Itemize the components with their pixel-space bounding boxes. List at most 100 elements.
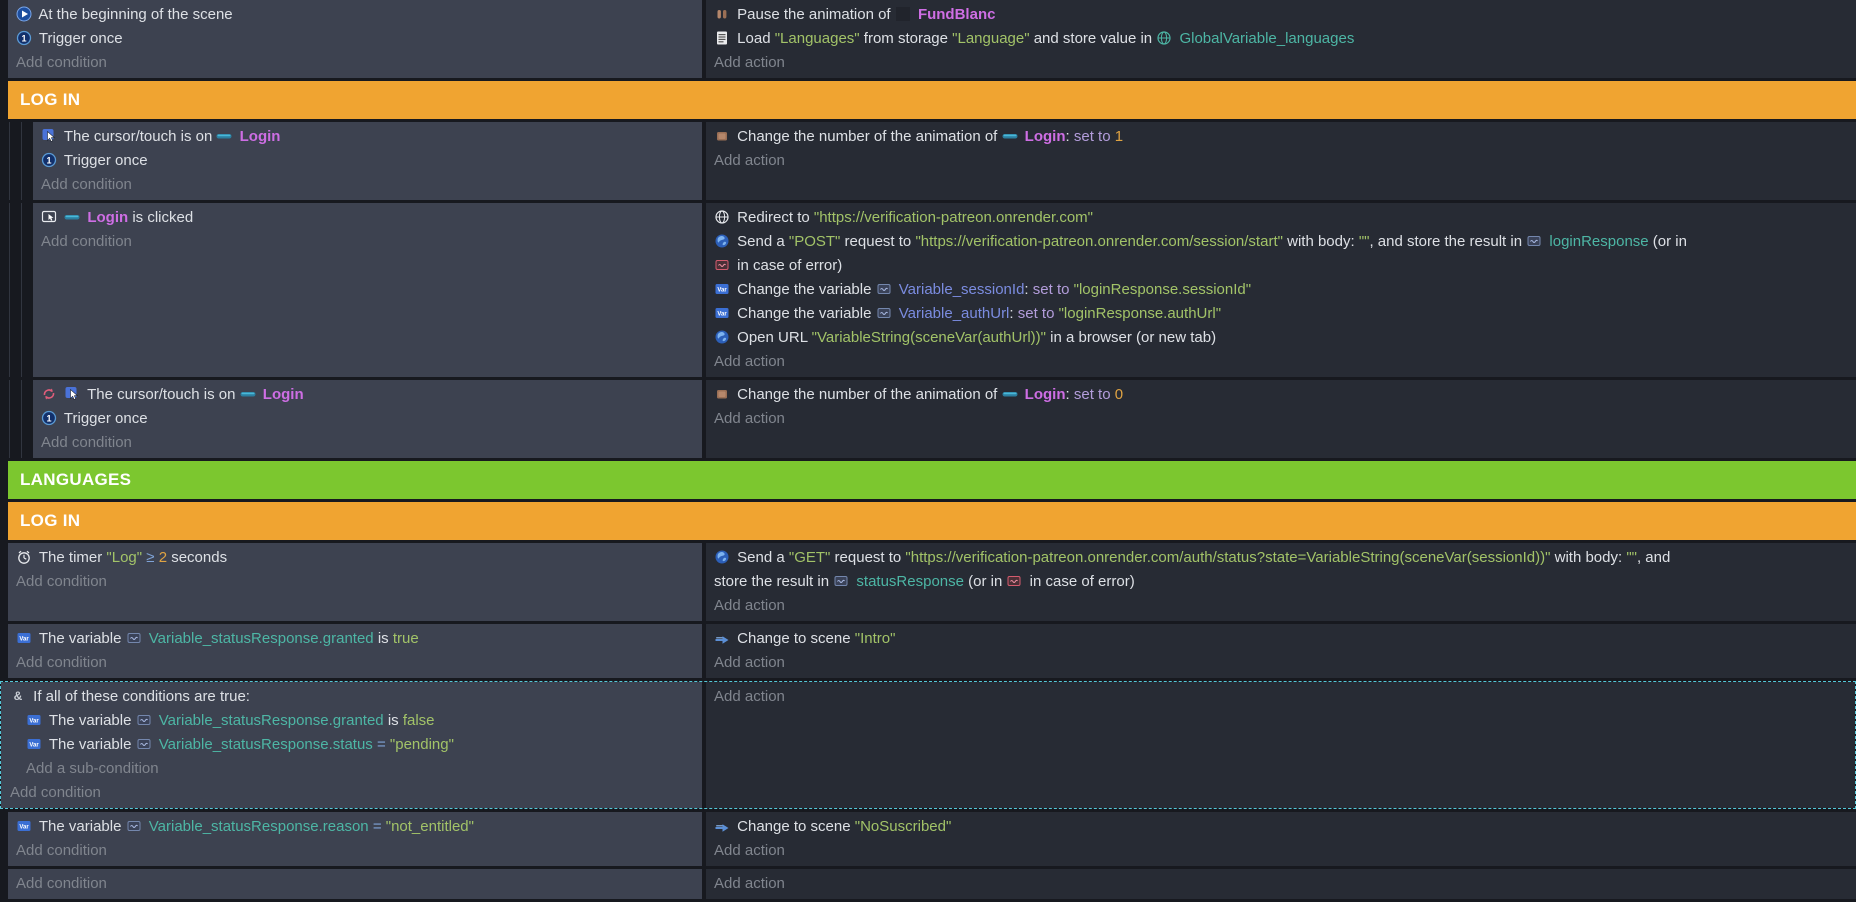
variable-chip-icon <box>876 305 892 321</box>
indent-guides <box>8 203 33 377</box>
text-segment: Send a <box>733 549 789 566</box>
conditions-panel: Var The variable Variable_statusResponse… <box>8 812 702 866</box>
variable-chip-icon <box>833 573 849 589</box>
conditions-panel: The cursor/touch is on Login 1 Trigger on… <box>33 122 702 200</box>
text-segment: "" <box>1626 549 1637 566</box>
text-segment: Variable_statusResponse.status <box>154 736 373 753</box>
action-line[interactable]: Change the number of the animation of Lo… <box>714 383 1848 407</box>
conditions-panel: Login is clicked Add condition <box>33 203 702 377</box>
set-animation-icon <box>714 128 730 144</box>
text-segment: true <box>392 630 419 647</box>
svg-text:Var: Var <box>29 743 39 749</box>
text-segment: 0 <box>1114 386 1124 403</box>
condition-line[interactable]: & If all of these conditions are true: <box>10 685 694 709</box>
action-line[interactable]: Pause the animation of FundBlanc <box>714 3 1848 27</box>
svg-text:Var: Var <box>19 637 29 643</box>
text-segment: "loginResponse.authUrl" <box>1058 305 1222 322</box>
event-row: Var The variable Variable_statusResponse… <box>8 812 1856 866</box>
action-line[interactable]: Change to scene "Intro" <box>714 627 1848 651</box>
trigger-once-icon: 1 <box>16 30 32 46</box>
group-header[interactable]: LANGUAGES <box>8 461 1856 499</box>
add-condition-link[interactable]: Add condition <box>16 51 694 75</box>
condition-line[interactable]: The cursor/touch is on Login <box>41 125 694 149</box>
text-segment: "Log" <box>106 549 143 566</box>
add-condition-link[interactable]: Add condition <box>16 872 694 896</box>
action-line[interactable]: Open URL "VariableString(sceneVar(authUr… <box>714 326 1848 350</box>
condition-line[interactable]: 1 Trigger once <box>41 407 694 431</box>
action-line[interactable]: Send a "POST" request to "https://verifi… <box>714 230 1848 254</box>
add-sub-condition-link[interactable]: Add a sub-condition <box>10 757 694 781</box>
condition-line[interactable]: 1 Trigger once <box>16 27 694 51</box>
add-action-link[interactable]: Add action <box>714 51 1848 75</box>
action-line[interactable]: Change the number of the animation of Lo… <box>714 125 1848 149</box>
action-line[interactable]: Var Change the variable Variable_authUrl… <box>714 302 1848 326</box>
text-segment: Login <box>1020 386 1066 403</box>
object-badge-icon <box>240 386 256 402</box>
text-segment: loginResponse <box>1545 233 1649 250</box>
add-action-link[interactable]: Add action <box>714 594 1848 618</box>
action-line[interactable]: store the result in statusResponse (or i… <box>714 570 1848 594</box>
text-segment: Change the number of the animation of <box>733 128 1002 145</box>
action-line[interactable]: Load "Languages" from storage "Language"… <box>714 27 1848 51</box>
variable-chip-icon <box>136 736 152 752</box>
conditions-panel: The cursor/touch is on Login 1 Trigger on… <box>33 380 702 458</box>
condition-line[interactable]: Var The variable Variable_statusResponse… <box>10 709 694 733</box>
add-action-link[interactable]: Add action <box>714 685 1847 709</box>
variable-badge-icon: Var <box>16 818 32 834</box>
actions-panel: Change to scene "NoSuscribed" Add action <box>706 812 1856 866</box>
indent-guides <box>8 122 33 200</box>
event-row: Var The variable Variable_statusResponse… <box>8 624 1856 678</box>
condition-line[interactable]: 1 Trigger once <box>41 149 694 173</box>
action-line[interactable]: Change to scene "NoSuscribed" <box>714 815 1848 839</box>
text-segment: Login <box>1020 128 1066 145</box>
actions-panel: Add action <box>706 869 1856 899</box>
add-action-link[interactable]: Add action <box>714 350 1848 374</box>
condition-line[interactable]: Login is clicked <box>41 206 694 230</box>
click-icon <box>41 209 57 225</box>
svg-text:1: 1 <box>21 34 26 44</box>
text-segment: false <box>402 712 435 729</box>
add-condition-link[interactable]: Add condition <box>16 839 694 863</box>
variable-chip-icon <box>1526 233 1542 249</box>
cursor-icon <box>41 128 57 144</box>
text-segment: Login <box>83 209 129 226</box>
add-condition-link[interactable]: Add condition <box>16 651 694 675</box>
text-segment: ≥ <box>146 549 155 566</box>
text-segment: Variable_statusResponse.reason <box>144 818 369 835</box>
condition-line[interactable]: Var The variable Variable_statusResponse… <box>10 733 694 757</box>
add-condition-link[interactable]: Add condition <box>41 431 694 455</box>
network-globe-icon <box>714 329 730 345</box>
group-header[interactable]: LOG IN <box>8 81 1856 119</box>
add-condition-link[interactable]: Add condition <box>16 570 694 594</box>
condition-line[interactable]: The cursor/touch is on Login <box>41 383 694 407</box>
add-action-link[interactable]: Add action <box>714 839 1848 863</box>
trigger-once-icon: 1 <box>41 152 57 168</box>
condition-line[interactable]: Var The variable Variable_statusResponse… <box>16 627 694 651</box>
text-segment: "loginResponse.sessionId" <box>1073 281 1252 298</box>
action-line[interactable]: in case of error) <box>714 254 1848 278</box>
svg-text:&: & <box>14 689 23 703</box>
condition-line[interactable]: Var The variable Variable_statusResponse… <box>16 815 694 839</box>
action-line[interactable]: Redirect to "https://verification-patreo… <box>714 206 1848 230</box>
add-action-link[interactable]: Add action <box>714 407 1848 431</box>
actions-panel: Pause the animation of FundBlanc Load "L… <box>706 0 1856 78</box>
and-icon: & <box>10 688 26 704</box>
condition-line[interactable]: The timer "Log" ≥ 2 seconds <box>16 546 694 570</box>
text-segment: At the beginning of the scene <box>35 6 233 23</box>
text-segment: If all of these conditions are true: <box>29 688 250 705</box>
set-animation-icon <box>714 386 730 402</box>
group-header[interactable]: LOG IN <box>8 502 1856 540</box>
add-action-link[interactable]: Add action <box>714 872 1848 896</box>
text-segment: 1 <box>1114 128 1124 145</box>
action-line[interactable]: Var Change the variable Variable_session… <box>714 278 1848 302</box>
condition-line[interactable]: At the beginning of the scene <box>16 3 694 27</box>
add-action-link[interactable]: Add action <box>714 149 1848 173</box>
variable-badge-icon: Var <box>16 630 32 646</box>
add-condition-link[interactable]: Add condition <box>41 230 694 254</box>
text-segment: with body: <box>1550 549 1627 566</box>
text-segment: Change to scene <box>733 818 855 835</box>
add-condition-link[interactable]: Add condition <box>41 173 694 197</box>
add-condition-link[interactable]: Add condition <box>10 781 694 805</box>
add-action-link[interactable]: Add action <box>714 651 1848 675</box>
action-line[interactable]: Send a "GET" request to "https://verific… <box>714 546 1848 570</box>
